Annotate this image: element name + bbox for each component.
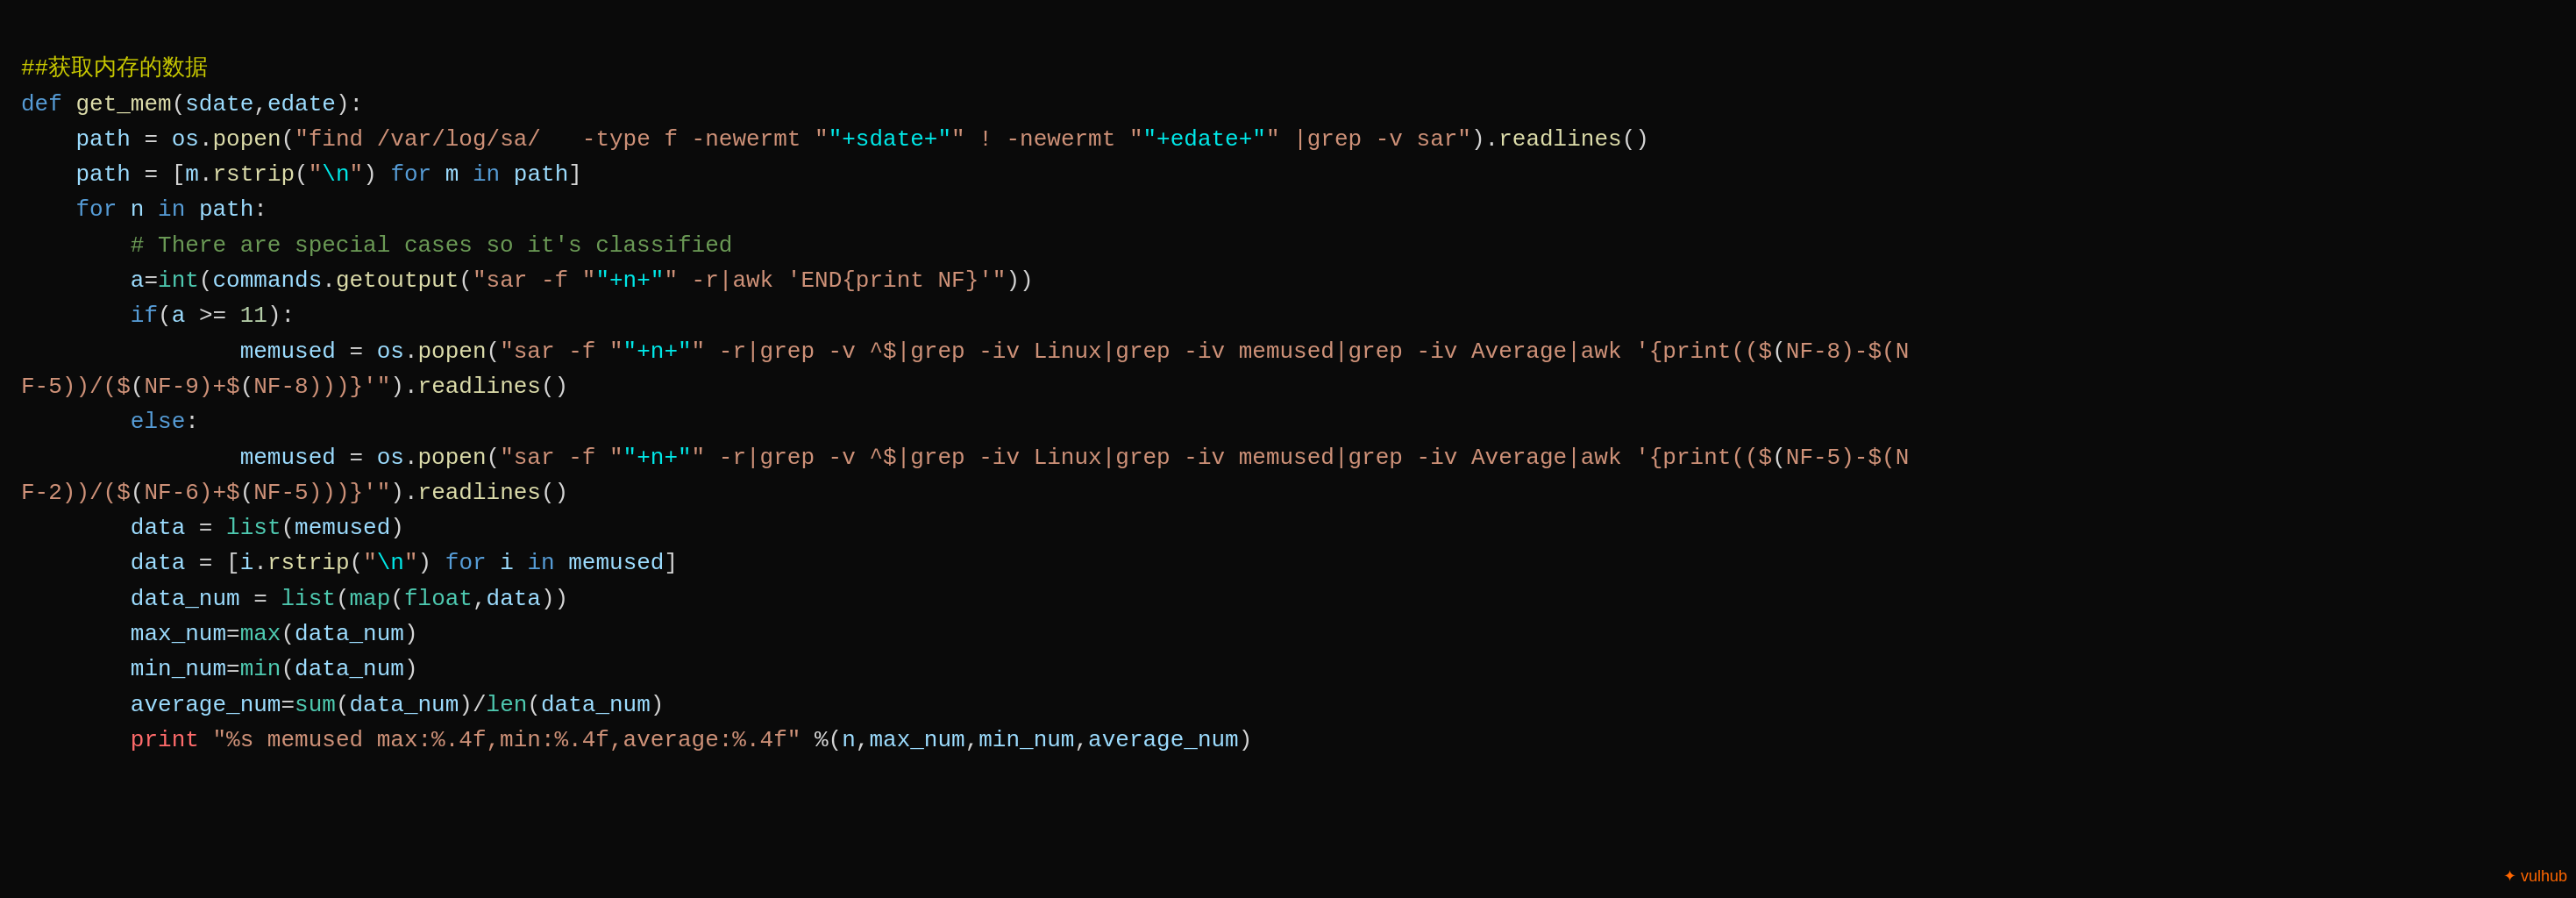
comment-zh: ##获取内存的数据: [21, 55, 208, 82]
function-name: get_mem: [75, 91, 171, 118]
string-find: "find /var/log/sa/ -type f -newermt ": [295, 126, 829, 153]
code-editor: ##获取内存的数据 def get_mem(sdate,edate): path…: [21, 16, 2555, 758]
logo: ✦ vulhub: [2503, 865, 2567, 889]
logo-text: vulhub: [2521, 867, 2567, 885]
keyword-def: def: [21, 91, 62, 118]
var-path: path: [75, 126, 130, 153]
